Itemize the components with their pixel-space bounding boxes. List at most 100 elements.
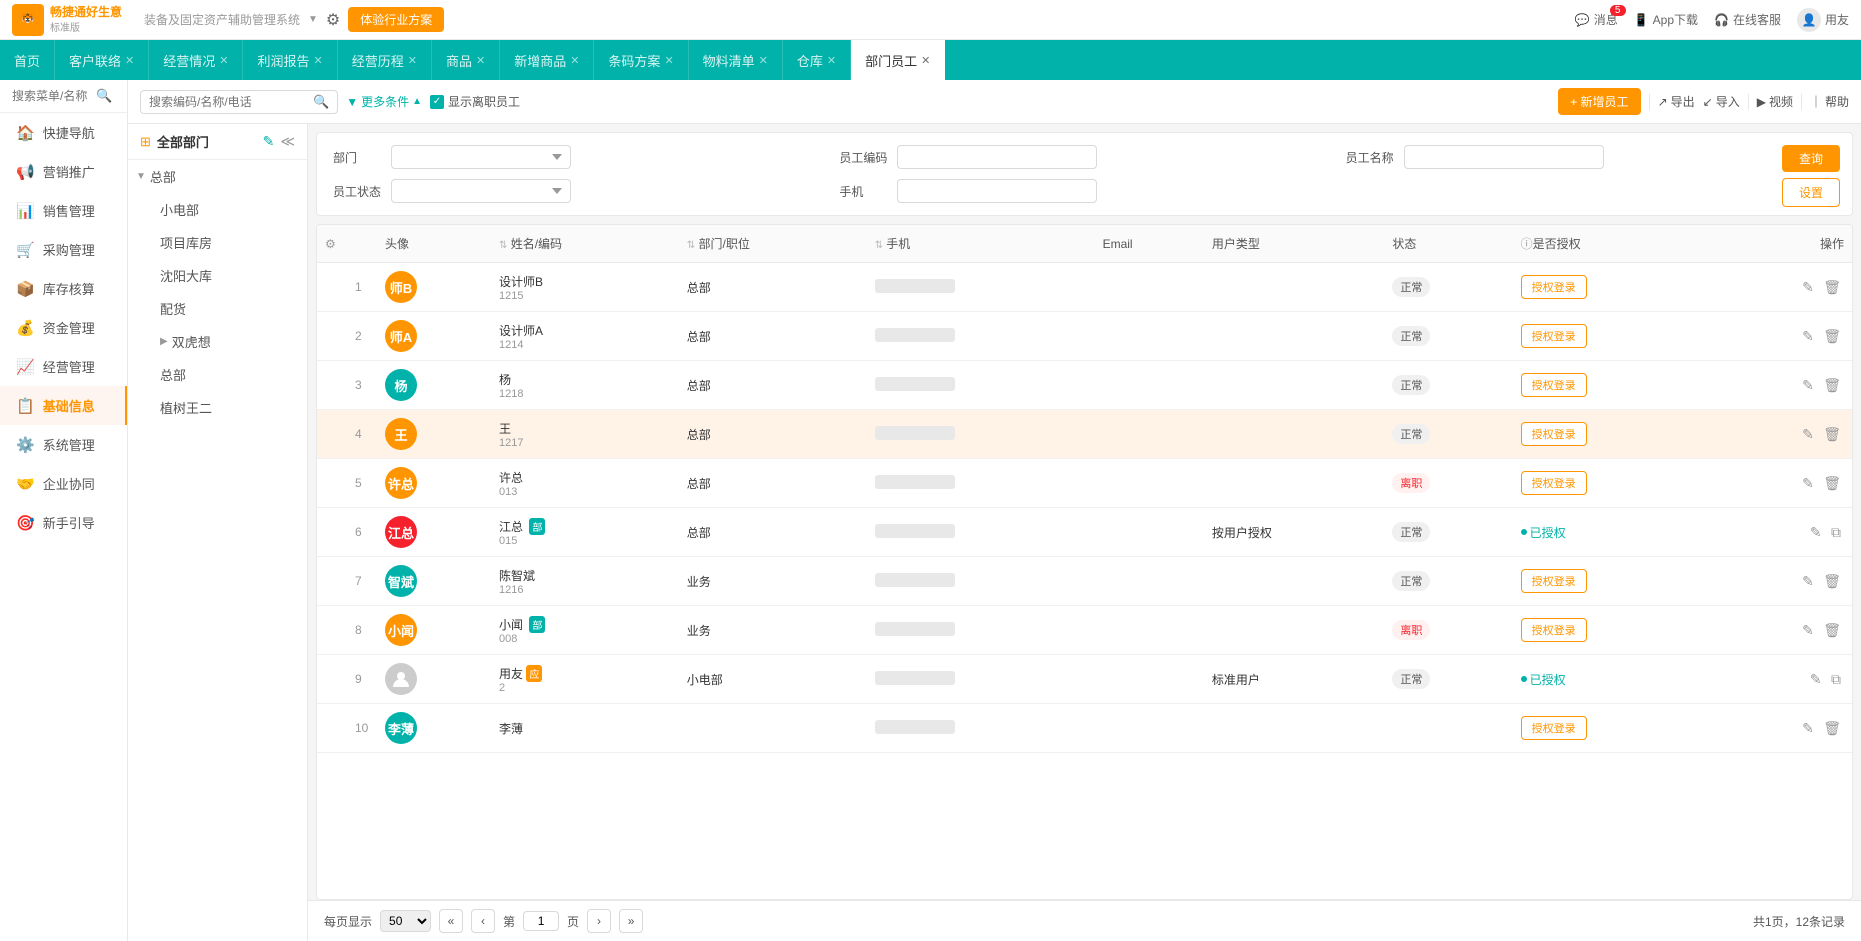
delete-icon-10[interactable]: 🗑 — [1820, 718, 1844, 738]
auth-btn-3[interactable]: 授权登录 — [1521, 373, 1587, 397]
auth-btn-2[interactable]: 授权登录 — [1521, 324, 1587, 348]
copy-icon-6[interactable]: ⧉ — [1828, 522, 1844, 542]
first-page-btn[interactable]: « — [439, 909, 463, 933]
show-resigned-toggle[interactable]: ✓ 显示离职员工 — [430, 93, 520, 110]
nav-tab-barcode[interactable]: 条码方案 ✕ — [594, 40, 688, 80]
nav-tab-staff-close[interactable]: ✕ — [921, 54, 930, 67]
delete-icon-5[interactable]: 🗑 — [1820, 473, 1844, 493]
trial-btn[interactable]: 体验行业方案 — [348, 7, 444, 32]
user-btn[interactable]: 👤 用友 — [1797, 8, 1849, 32]
copy-icon-9[interactable]: ⧉ — [1828, 669, 1844, 689]
nav-tab-warehouse-close[interactable]: ✕ — [827, 54, 836, 67]
edit-icon-9[interactable]: ✎ — [1807, 669, 1825, 689]
sidebar-item-inventory[interactable]: 📦 库存核算 — [0, 269, 127, 308]
nav-tab-material-close[interactable]: ✕ — [759, 54, 768, 67]
tree-item-planting[interactable]: 植树王二 — [148, 391, 307, 424]
edit-icon-3[interactable]: ✎ — [1799, 375, 1817, 395]
next-page-btn[interactable]: › — [587, 909, 611, 933]
edit-icon-4[interactable]: ✎ — [1799, 424, 1817, 444]
per-page-select[interactable]: 50 100 — [380, 910, 431, 932]
filter-name-input[interactable] — [1404, 145, 1604, 169]
nav-tab-operation-close[interactable]: ✕ — [219, 54, 228, 67]
tree-item-shenyang[interactable]: 沈阳大库 — [148, 259, 307, 292]
auth-btn-8[interactable]: 授权登录 — [1521, 618, 1587, 642]
nav-tab-home[interactable]: 首页 — [0, 40, 55, 80]
sidebar-item-collab[interactable]: 🤝 企业协同 — [0, 464, 127, 503]
delete-icon-1[interactable]: 🗑 — [1820, 277, 1844, 297]
nav-tab-staff[interactable]: 部门员工 ✕ — [851, 40, 945, 80]
page-number-input[interactable] — [523, 911, 559, 931]
filter-phone-input[interactable] — [897, 179, 1097, 203]
filter-status-select[interactable] — [391, 179, 571, 203]
auth-btn-10[interactable]: 授权登录 — [1521, 716, 1587, 740]
edit-icon-7[interactable]: ✎ — [1799, 571, 1817, 591]
tree-item-shuanghu[interactable]: ▶ 双虎想 — [148, 325, 307, 358]
nav-tab-warehouse[interactable]: 仓库 ✕ — [783, 40, 851, 80]
add-employee-btn[interactable]: + 新增员工 — [1558, 88, 1640, 115]
tree-item-hq-parent[interactable]: ▼ 总部 — [128, 160, 307, 193]
sidebar-search-input[interactable] — [12, 89, 92, 103]
edit-icon-5[interactable]: ✎ — [1799, 473, 1817, 493]
prev-page-btn[interactable]: ‹ — [471, 909, 495, 933]
filter-code-input[interactable] — [897, 145, 1097, 169]
nav-tab-profit[interactable]: 利润报告 ✕ — [243, 40, 337, 80]
nav-tab-goods[interactable]: 商品 ✕ — [432, 40, 500, 80]
auth-btn-4[interactable]: 授权登录 — [1521, 422, 1587, 446]
online-service-btn[interactable]: 🎧 在线客服 — [1714, 11, 1781, 28]
edit-icon-10[interactable]: ✎ — [1799, 718, 1817, 738]
th-settings[interactable]: ⚙ — [317, 225, 347, 263]
tree-item-hq[interactable]: 总部 — [148, 358, 307, 391]
app-download-btn[interactable]: 📱 App下载 — [1634, 11, 1698, 28]
tree-item-distribution[interactable]: 配货 — [148, 292, 307, 325]
nav-tab-goods-close[interactable]: ✕ — [476, 54, 485, 67]
delete-icon-2[interactable]: 🗑 — [1820, 326, 1844, 346]
nav-tab-new-goods[interactable]: 新增商品 ✕ — [500, 40, 594, 80]
last-page-btn[interactable]: » — [619, 909, 643, 933]
auth-btn-1[interactable]: 授权登录 — [1521, 275, 1587, 299]
sidebar-item-purchase[interactable]: 🛒 采购管理 — [0, 230, 127, 269]
export-btn[interactable]: ↗ 导出 — [1658, 93, 1695, 110]
tree-item-projroom[interactable]: 项目库房 — [148, 226, 307, 259]
delete-icon-3[interactable]: 🗑 — [1820, 375, 1844, 395]
delete-icon-4[interactable]: 🗑 — [1820, 424, 1844, 444]
nav-tab-profit-close[interactable]: ✕ — [314, 54, 323, 67]
nav-tab-material[interactable]: 物料清单 ✕ — [689, 40, 783, 80]
nav-tab-barcode-close[interactable]: ✕ — [664, 54, 673, 67]
message-btn[interactable]: 💬 消息 5 — [1575, 11, 1618, 28]
more-filter-btn[interactable]: ▼ 更多条件 ▲ — [346, 93, 422, 110]
nav-tab-history-close[interactable]: ✕ — [408, 54, 417, 67]
edit-icon-8[interactable]: ✎ — [1799, 620, 1817, 640]
gear-icon[interactable]: ⚙ — [325, 237, 336, 251]
sidebar-item-finance[interactable]: 💰 资金管理 — [0, 308, 127, 347]
edit-icon-6[interactable]: ✎ — [1807, 522, 1825, 542]
sidebar-item-guide[interactable]: 🎯 新手引导 — [0, 503, 127, 542]
sidebar-item-sales[interactable]: 📊 销售管理 — [0, 191, 127, 230]
import-btn[interactable]: ↙ 导入 — [1703, 93, 1740, 110]
sidebar-item-marketing[interactable]: 📢 营销推广 — [0, 152, 127, 191]
system-dropdown-arrow[interactable]: ▼ — [308, 14, 318, 25]
search-icon[interactable]: 🔍 — [313, 94, 329, 110]
search-input[interactable] — [149, 95, 309, 109]
nav-tab-operation[interactable]: 经营情况 ✕ — [149, 40, 243, 80]
set-btn[interactable]: 设置 — [1782, 178, 1840, 207]
nav-tab-customer-close[interactable]: ✕ — [125, 54, 134, 67]
tree-edit-icon[interactable]: ✎ — [263, 133, 275, 150]
settings-icon[interactable]: ⚙ — [326, 10, 340, 30]
help-btn[interactable]: ｜ 帮助 — [1810, 93, 1849, 110]
filter-dept-select[interactable] — [391, 145, 571, 169]
query-btn[interactable]: 查询 — [1782, 145, 1840, 172]
tree-item-smalldept[interactable]: 小电部 — [148, 193, 307, 226]
delete-icon-8[interactable]: 🗑 — [1820, 620, 1844, 640]
sidebar-item-system[interactable]: ⚙️ 系统管理 — [0, 425, 127, 464]
sidebar-search-icon[interactable]: 🔍 — [96, 88, 112, 104]
sidebar-item-quicknav[interactable]: 🏠 快捷导航 — [0, 113, 127, 152]
auth-btn-7[interactable]: 授权登录 — [1521, 569, 1587, 593]
edit-icon-1[interactable]: ✎ — [1799, 277, 1817, 297]
auth-btn-5[interactable]: 授权登录 — [1521, 471, 1587, 495]
delete-icon-7[interactable]: 🗑 — [1820, 571, 1844, 591]
nav-tab-newgoods-close[interactable]: ✕ — [570, 54, 579, 67]
tree-collapse-btn[interactable]: ≪ — [280, 133, 295, 150]
sidebar-item-operation[interactable]: 📈 经营管理 — [0, 347, 127, 386]
edit-icon-2[interactable]: ✎ — [1799, 326, 1817, 346]
sidebar-item-basicinfo[interactable]: 📋 基础信息 — [0, 386, 127, 425]
